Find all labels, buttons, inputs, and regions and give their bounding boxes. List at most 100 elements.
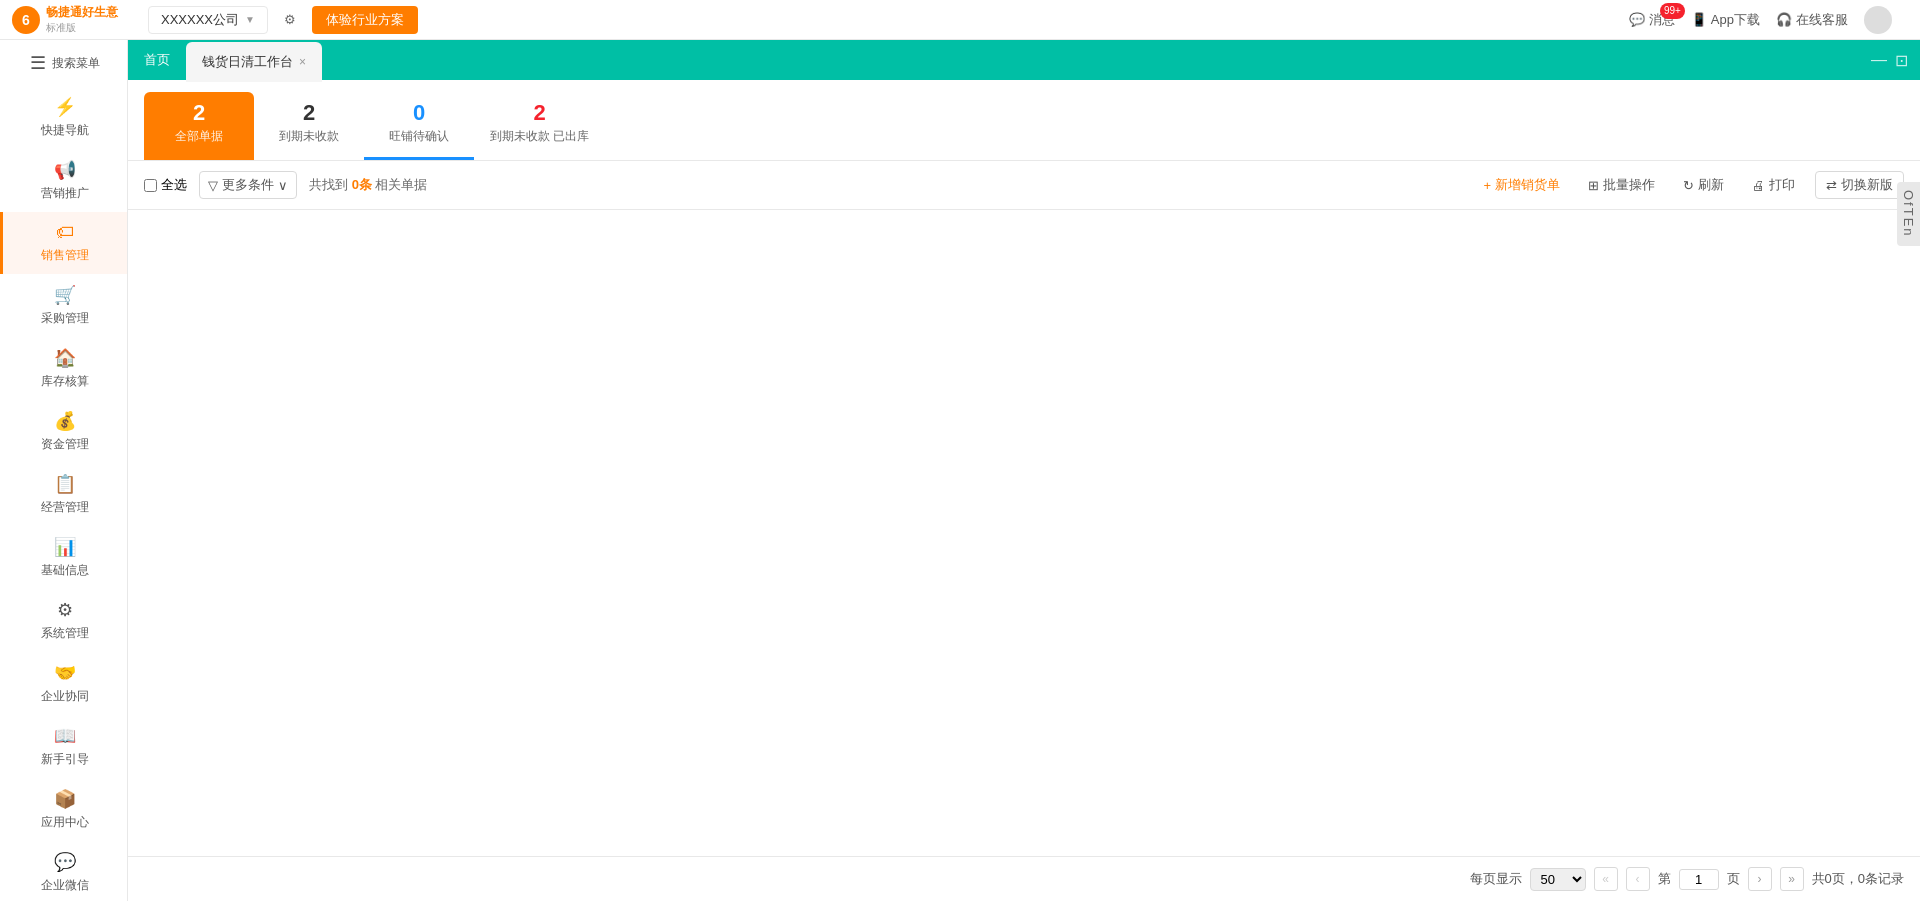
tab-minimize-icon[interactable]: — bbox=[1871, 51, 1887, 69]
sidebar-item-label: 库存核算 bbox=[41, 373, 89, 390]
company-name: XXXXXX公司 bbox=[161, 11, 239, 29]
found-count: 0条 bbox=[352, 177, 372, 192]
logo-area: 6 畅捷通好生意 标准版 bbox=[12, 5, 140, 34]
stat-number-wangpu: 0 bbox=[380, 100, 458, 126]
stat-number-overdue: 2 bbox=[270, 100, 348, 126]
logo-icon: 6 bbox=[12, 6, 40, 34]
operations-icon: 📋 bbox=[54, 473, 76, 495]
wechat-icon: 💬 bbox=[54, 851, 76, 873]
sidebar-item-quick-nav[interactable]: ⚡ 快捷导航 bbox=[0, 86, 127, 149]
sidebar-item-label: 搜索菜单 bbox=[52, 55, 100, 72]
content-area: 首页 钱货日清工作台 × — ⊡ 2 全部单据 2 到期未收款 bbox=[128, 40, 1920, 901]
found-text: 共找到 0条 相关单据 bbox=[309, 176, 427, 194]
sidebar: ☰ 搜索菜单 ⚡ 快捷导航 📢 营销推广 🏷 销售管理 🛒 采购管理 🏠 库存核… bbox=[0, 40, 128, 901]
stat-tab-shipped[interactable]: 2 到期未收款 已出库 bbox=[474, 92, 605, 160]
tab-bar-right: — ⊡ bbox=[1871, 51, 1920, 70]
main-layout: ☰ 搜索菜单 ⚡ 快捷导航 📢 营销推广 🏷 销售管理 🛒 采购管理 🏠 库存核… bbox=[0, 40, 1920, 901]
sidebar-item-label: 基础信息 bbox=[41, 562, 89, 579]
stat-label-shipped: 到期未收款 已出库 bbox=[490, 128, 589, 145]
switch-icon: ⇄ bbox=[1826, 178, 1837, 193]
tab-home[interactable]: 首页 bbox=[128, 40, 186, 80]
found-prefix: 共找到 bbox=[309, 177, 348, 192]
sidebar-item-label: 营销推广 bbox=[41, 185, 89, 202]
finance-icon: 💰 bbox=[54, 410, 76, 432]
stat-label-overdue: 到期未收款 bbox=[270, 128, 348, 145]
logo-text: 畅捷通好生意 标准版 bbox=[46, 5, 118, 34]
sidebar-item-label: 企业协同 bbox=[41, 688, 89, 705]
sidebar-item-system[interactable]: ⚙ 系统管理 bbox=[0, 589, 127, 652]
online-service-item[interactable]: 🎧 在线客服 bbox=[1776, 11, 1848, 29]
sidebar-item-label: 应用中心 bbox=[41, 814, 89, 831]
refresh-icon: ↻ bbox=[1683, 178, 1694, 193]
sidebar-item-inventory[interactable]: 🏠 库存核算 bbox=[0, 337, 127, 400]
new-sales-label: 新增销货单 bbox=[1495, 176, 1560, 194]
sidebar-item-wechat[interactable]: 💬 企业微信 bbox=[0, 841, 127, 901]
stat-tab-wangpu[interactable]: 0 旺铺待确认 bbox=[364, 92, 474, 160]
message-item[interactable]: 💬 消息 99+ bbox=[1629, 11, 1675, 29]
table-area bbox=[128, 210, 1920, 856]
trial-button[interactable]: 体验行业方案 bbox=[312, 6, 418, 34]
sidebar-item-operations[interactable]: 📋 经营管理 bbox=[0, 463, 127, 526]
header-right: 💬 消息 99+ 📱 App下载 🎧 在线客服 bbox=[1629, 6, 1908, 34]
avatar[interactable] bbox=[1864, 6, 1892, 34]
sidebar-item-label: 新手引导 bbox=[41, 751, 89, 768]
checkbox-input[interactable] bbox=[144, 179, 157, 192]
first-page-button[interactable]: « bbox=[1594, 867, 1618, 891]
sidebar-item-purchase[interactable]: 🛒 采购管理 bbox=[0, 274, 127, 337]
app-download-item[interactable]: 📱 App下载 bbox=[1691, 11, 1760, 29]
sidebar-item-label: 快捷导航 bbox=[41, 122, 89, 139]
often-sidebar[interactable]: OfTEn bbox=[1897, 182, 1920, 246]
app-center-icon: 📦 bbox=[54, 788, 76, 810]
sidebar-item-enterprise[interactable]: 🤝 企业协同 bbox=[0, 652, 127, 715]
brand-sub: 标准版 bbox=[46, 21, 118, 34]
sidebar-item-marketing[interactable]: 📢 营销推广 bbox=[0, 149, 127, 212]
refresh-button[interactable]: ↻ 刷新 bbox=[1675, 171, 1732, 199]
stat-tab-overdue[interactable]: 2 到期未收款 bbox=[254, 92, 364, 160]
settings-button[interactable]: ⚙ bbox=[276, 6, 304, 34]
top-header: 6 畅捷通好生意 标准版 XXXXXX公司 ▼ ⚙ 体验行业方案 💬 消息 99… bbox=[0, 0, 1920, 40]
sidebar-item-sales[interactable]: 🏷 销售管理 bbox=[0, 212, 127, 274]
sidebar-item-guide[interactable]: 📖 新手引导 bbox=[0, 715, 127, 778]
inventory-icon: 🏠 bbox=[54, 347, 76, 369]
tab-active[interactable]: 钱货日清工作台 × bbox=[186, 42, 322, 82]
page-number-input[interactable] bbox=[1679, 869, 1719, 890]
filter-button[interactable]: ▽ 更多条件 ∨ bbox=[199, 171, 297, 199]
sidebar-item-finance[interactable]: 💰 资金管理 bbox=[0, 400, 127, 463]
batch-op-label: 批量操作 bbox=[1603, 176, 1655, 194]
print-button[interactable]: 🖨 打印 bbox=[1744, 171, 1803, 199]
select-all-label: 全选 bbox=[161, 176, 187, 194]
tab-home-label: 首页 bbox=[144, 51, 170, 69]
sidebar-item-label: 企业微信 bbox=[41, 877, 89, 894]
batch-op-button[interactable]: ⊞ 批量操作 bbox=[1580, 171, 1663, 199]
toolbar-right: + 新增销货单 ⊞ 批量操作 ↻ 刷新 🖨 打印 bbox=[1475, 171, 1904, 199]
service-icon: 🎧 bbox=[1776, 12, 1792, 27]
stat-label-all: 全部单据 bbox=[160, 128, 238, 145]
page-unit: 页 bbox=[1727, 870, 1740, 888]
company-selector[interactable]: XXXXXX公司 ▼ bbox=[148, 6, 268, 34]
sidebar-item-label: 经营管理 bbox=[41, 499, 89, 516]
tab-expand-icon[interactable]: ⊡ bbox=[1895, 51, 1908, 70]
tab-active-label: 钱货日清工作台 bbox=[202, 53, 293, 71]
refresh-label: 刷新 bbox=[1698, 176, 1724, 194]
print-icon: 🖨 bbox=[1752, 178, 1765, 193]
page-size-select[interactable]: 50 20 100 bbox=[1530, 868, 1586, 891]
page-content: 2 全部单据 2 到期未收款 0 旺铺待确认 2 到期未收款 已出库 bbox=[128, 80, 1920, 901]
prev-page-button[interactable]: ‹ bbox=[1626, 867, 1650, 891]
stat-label-wangpu: 旺铺待确认 bbox=[380, 128, 458, 145]
sidebar-item-search-menu[interactable]: ☰ 搜索菜单 bbox=[0, 40, 127, 86]
filter-arrow-icon: ∨ bbox=[278, 178, 288, 193]
sidebar-item-basic-info[interactable]: 📊 基础信息 bbox=[0, 526, 127, 589]
stats-tabs: 2 全部单据 2 到期未收款 0 旺铺待确认 2 到期未收款 已出库 bbox=[128, 80, 1920, 161]
sidebar-item-app-center[interactable]: 📦 应用中心 bbox=[0, 778, 127, 841]
tab-bar: 首页 钱货日清工作台 × — ⊡ bbox=[128, 40, 1920, 80]
new-sales-button[interactable]: + 新增销货单 bbox=[1475, 171, 1568, 199]
select-all-checkbox[interactable]: 全选 bbox=[144, 176, 187, 194]
stat-tab-all[interactable]: 2 全部单据 bbox=[144, 92, 254, 160]
next-page-button[interactable]: › bbox=[1748, 867, 1772, 891]
last-page-button[interactable]: » bbox=[1780, 867, 1804, 891]
tab-close-button[interactable]: × bbox=[299, 55, 306, 69]
sidebar-item-label: 销售管理 bbox=[41, 247, 89, 264]
purchase-icon: 🛒 bbox=[54, 284, 76, 306]
switch-version-button[interactable]: ⇄ 切换新版 bbox=[1815, 171, 1904, 199]
found-suffix: 相关单据 bbox=[375, 177, 427, 192]
